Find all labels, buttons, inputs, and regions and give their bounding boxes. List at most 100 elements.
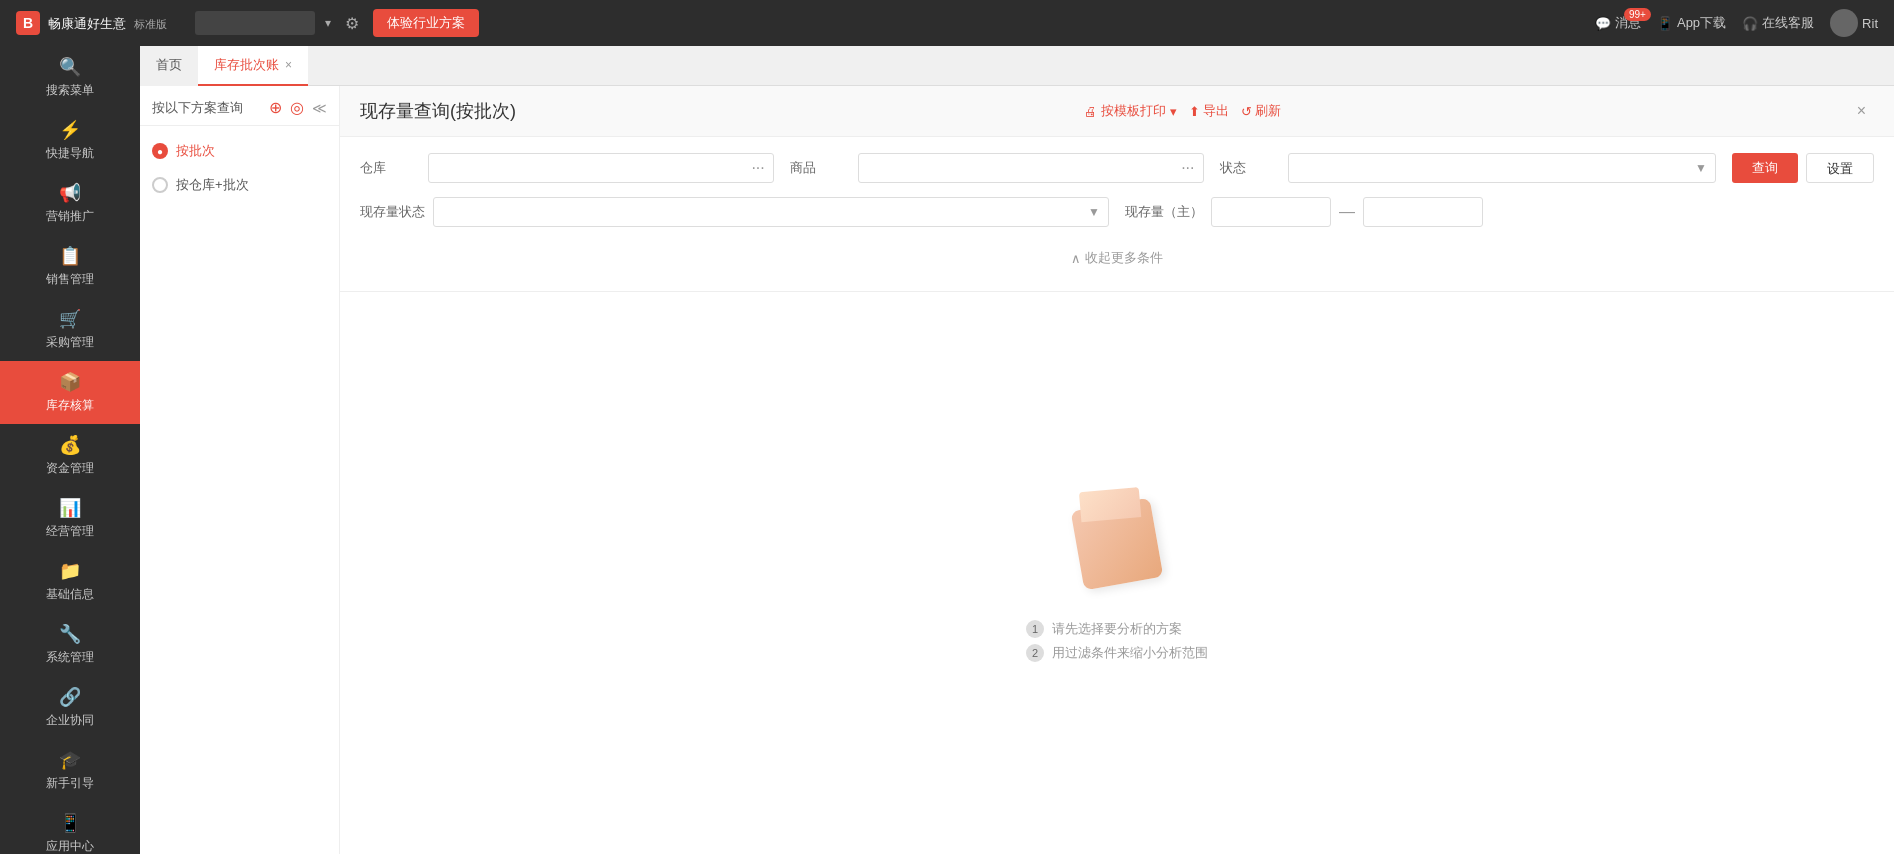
tab-home[interactable]: 首页 — [140, 46, 198, 86]
user-name: Rit — [1862, 16, 1878, 31]
current-qty-label: 现存量（主） — [1125, 203, 1203, 221]
data-area: 1 请先选择要分析的方案 2 用过滤条件来缩小分析范围 — [340, 292, 1894, 854]
goods-label: 商品 — [790, 159, 850, 177]
current-qty-field: 现存量（主） — — [1125, 197, 1874, 227]
enterprise-icon: 🔗 — [59, 686, 81, 708]
empty-illustration — [1057, 484, 1177, 604]
shortcut-icon: ⚡ — [59, 119, 81, 141]
settings-icon-btn[interactable]: ⚙ — [341, 10, 363, 37]
app-logo: B — [16, 11, 40, 35]
sidebar-item-finance[interactable]: 💰 资金管理 — [0, 424, 140, 487]
filter-item-batch[interactable]: ● 按批次 — [140, 134, 339, 168]
panel-close-button[interactable]: × — [1849, 98, 1874, 124]
query-form: 仓库 ··· 商品 ··· — [340, 137, 1894, 292]
sales-icon: 📋 — [59, 245, 81, 267]
avatar — [1830, 9, 1858, 37]
current-qty-max-input[interactable] — [1363, 197, 1483, 227]
sidebar-item-marketing[interactable]: 📢 营销推广 — [0, 172, 140, 235]
notifications-btn[interactable]: 💬 消息 99+ — [1595, 14, 1641, 32]
app-name: 畅康通好生意 标准版 — [48, 14, 167, 33]
page-title-bar: 现存量查询(按批次) 🖨 按模板打印 ▾ ⬆ 导出 ↺ — [340, 86, 1894, 137]
form-row-1: 仓库 ··· 商品 ··· — [360, 153, 1874, 183]
sidebar-item-guide[interactable]: 🎓 新手引导 — [0, 739, 140, 802]
sidebar-item-shortcut[interactable]: ⚡ 快捷导航 — [0, 109, 140, 172]
phone-icon: 📱 — [1657, 16, 1673, 31]
status-select[interactable]: ▼ — [1288, 153, 1717, 183]
empty-tip-1: 1 请先选择要分析的方案 — [1026, 620, 1208, 638]
marketing-icon: 📢 — [59, 182, 81, 204]
tab-close-icon[interactable]: × — [285, 58, 292, 72]
online-service-btn[interactable]: 🎧 在线客服 — [1742, 14, 1814, 32]
warehouse-label: 仓库 — [360, 159, 420, 177]
sidebar-item-sales[interactable]: 📋 销售管理 — [0, 235, 140, 298]
query-button[interactable]: 查询 — [1732, 153, 1798, 183]
page-title: 现存量查询(按批次) — [360, 99, 516, 123]
empty-box-icon — [1071, 498, 1164, 591]
sidebar-item-appstore[interactable]: 📱 应用中心 — [0, 802, 140, 854]
tab-bar: 首页 库存批次账 × — [140, 46, 1894, 86]
breadcrumb-chevron-icon[interactable]: ▾ — [325, 16, 331, 30]
inventory-status-select[interactable]: ▼ — [433, 197, 1109, 227]
page-content: 按以下方案查询 ⊕ ◎ ≪ ● 按批次 按仓库+批次 — [140, 86, 1894, 854]
content-area: 首页 库存批次账 × 按以下方案查询 ⊕ ◎ ≪ — [140, 46, 1894, 854]
app-download-btn[interactable]: 📱 App下载 — [1657, 14, 1726, 32]
experience-button[interactable]: 体验行业方案 — [373, 9, 479, 37]
operation-icon: 📊 — [59, 497, 81, 519]
sidebar-item-enterprise[interactable]: 🔗 企业协同 — [0, 676, 140, 739]
inventory-status-arrow-icon: ▼ — [1088, 205, 1100, 219]
user-profile[interactable]: Rit — [1830, 9, 1878, 37]
filter-add-icon[interactable]: ⊕ — [269, 98, 282, 117]
sidebar-item-search[interactable]: 🔍 搜索菜单 — [0, 46, 140, 109]
header-left: B 畅康通好生意 标准版 ▾ ⚙ 体验行业方案 — [16, 9, 479, 37]
sidebar-item-basic[interactable]: 📁 基础信息 — [0, 550, 140, 613]
breadcrumb-input[interactable] — [195, 11, 315, 35]
inventory-icon: 📦 — [59, 371, 81, 393]
headset-icon: 🎧 — [1742, 16, 1758, 31]
filter-dot-outline — [152, 177, 168, 193]
tab-batch-account[interactable]: 库存批次账 × — [198, 46, 308, 86]
goods-dots[interactable]: ··· — [1181, 159, 1194, 177]
status-arrow-icon: ▼ — [1695, 161, 1707, 175]
sidebar-item-purchase[interactable]: 🛒 采购管理 — [0, 298, 140, 361]
sidebar-item-system[interactable]: 🔧 系统管理 — [0, 613, 140, 676]
header-right: 💬 消息 99+ 📱 App下载 🎧 在线客服 Rit — [1595, 9, 1878, 37]
filter-config-icon[interactable]: ◎ — [290, 98, 304, 117]
warehouse-field: 仓库 ··· — [360, 153, 774, 183]
current-qty-min-input[interactable] — [1211, 197, 1331, 227]
tip-2-num: 2 — [1026, 644, 1044, 662]
collapse-more-btn[interactable]: ∧ 收起更多条件 — [360, 241, 1874, 275]
inventory-status-label: 现存量状态 — [360, 203, 425, 221]
sidebar: 🔍 搜索菜单 ⚡ 快捷导航 📢 营销推广 📋 销售管理 🛒 采购管理 📦 库存核… — [0, 46, 140, 854]
export-icon: ⬆ — [1189, 104, 1200, 119]
refresh-button[interactable]: ↺ 刷新 — [1241, 102, 1281, 120]
print-chevron-icon: ▾ — [1170, 104, 1177, 119]
empty-tip-2: 2 用过滤条件来缩小分析范围 — [1026, 644, 1208, 662]
main-layout: 🔍 搜索菜单 ⚡ 快捷导航 📢 营销推广 📋 销售管理 🛒 采购管理 📦 库存核… — [0, 46, 1894, 854]
form-settings-button[interactable]: 设置 — [1806, 153, 1874, 183]
goods-field: 商品 ··· — [790, 153, 1204, 183]
print-icon: 🖨 — [1084, 104, 1097, 119]
form-row-2: 现存量状态 ▼ 现存量（主） — — [360, 197, 1874, 227]
appstore-icon: 📱 — [59, 812, 81, 834]
export-button[interactable]: ⬆ 导出 — [1189, 102, 1229, 120]
search-icon: 🔍 — [59, 56, 81, 78]
refresh-icon: ↺ — [1241, 104, 1252, 119]
collapse-icon: ∧ — [1071, 251, 1081, 266]
filter-collapse-icon[interactable]: ≪ — [312, 100, 327, 116]
filter-list: ● 按批次 按仓库+批次 — [140, 126, 339, 210]
title-actions: 🖨 按模板打印 ▾ ⬆ 导出 ↺ 刷新 — [1084, 102, 1281, 120]
main-panel: 现存量查询(按批次) 🖨 按模板打印 ▾ ⬆ 导出 ↺ — [340, 86, 1894, 854]
filter-item-warehouse-batch[interactable]: 按仓库+批次 — [140, 168, 339, 202]
sidebar-item-operation[interactable]: 📊 经营管理 — [0, 487, 140, 550]
warehouse-input-wrapper[interactable]: ··· — [428, 153, 774, 183]
goods-input-wrapper[interactable]: ··· — [858, 153, 1204, 183]
warehouse-dots[interactable]: ··· — [751, 159, 764, 177]
empty-tips: 1 请先选择要分析的方案 2 用过滤条件来缩小分析范围 — [1026, 620, 1208, 662]
message-icon: 💬 — [1595, 16, 1611, 31]
print-button[interactable]: 🖨 按模板打印 ▾ — [1084, 102, 1177, 120]
basic-icon: 📁 — [59, 560, 81, 582]
tip-1-num: 1 — [1026, 620, 1044, 638]
sidebar-item-inventory[interactable]: 📦 库存核算 — [0, 361, 140, 424]
filter-header-icons: ⊕ ◎ ≪ — [269, 98, 327, 117]
status-field: 状态 ▼ — [1220, 153, 1717, 183]
